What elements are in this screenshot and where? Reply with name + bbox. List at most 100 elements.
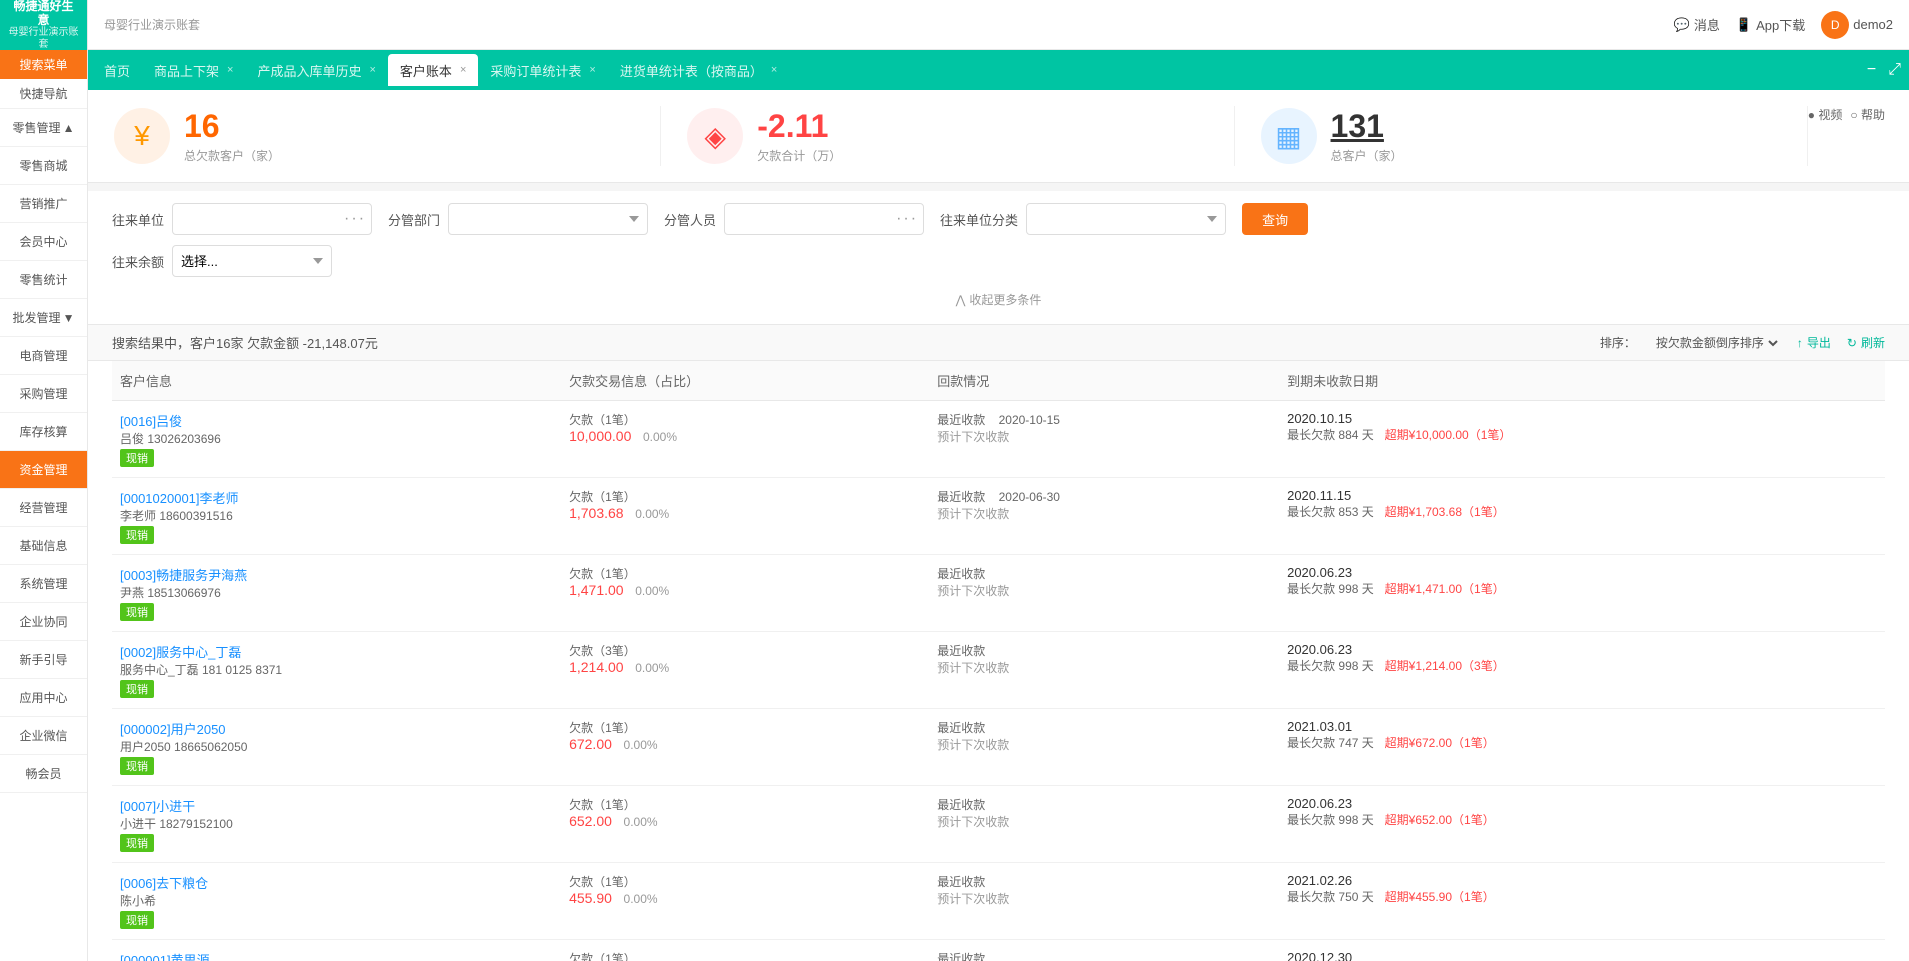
sidebar-item-batch-mgmt[interactable]: 批发管理 ▼	[0, 299, 87, 337]
sidebar-item-sys-mgmt[interactable]: 系统管理	[0, 565, 87, 603]
tab-products-off-close[interactable]: ×	[227, 64, 233, 76]
sidebar-item-enterprise[interactable]: 企业协同	[0, 603, 87, 641]
sidebar-item-new-guide[interactable]: 新手引导	[0, 641, 87, 679]
refresh-button[interactable]: ↻ 刷新	[1847, 334, 1885, 351]
sidebar-item-app-center[interactable]: 应用中心	[0, 679, 87, 717]
tab-products-off[interactable]: 商品上下架 ×	[142, 54, 245, 86]
cell-owe-info-3: 欠款（3笔） 1,214.00 0.00%	[561, 632, 929, 709]
customer-name-5[interactable]: [0007]小进干	[120, 796, 553, 815]
customer-phone-1: 李老师 18600391516	[120, 507, 553, 524]
cell-collect-status-3: 最近收款 预计下次收款	[929, 632, 1279, 709]
tab-purchase-stats[interactable]: 采购订单统计表 ×	[478, 54, 607, 86]
tab-purchase-stats-close[interactable]: ×	[589, 64, 595, 76]
tab-product-history-close[interactable]: ×	[369, 64, 375, 76]
message-button[interactable]: 💬 消息	[1674, 15, 1720, 34]
overdue-amount-3[interactable]: 超期¥1,214.00（3笔）	[1385, 659, 1505, 673]
tab-customer-account[interactable]: 客户账本 ×	[388, 54, 478, 86]
overdue-amount-0[interactable]: 超期¥10,000.00（1笔）	[1385, 428, 1512, 442]
tabs-collapse-button[interactable]: −	[1863, 59, 1880, 81]
sidebar-item-retail-store[interactable]: 零售商城	[0, 147, 87, 185]
tabs-expand-button[interactable]: ⤢	[1884, 59, 1905, 81]
sidebar-item-finance[interactable]: 资金管理	[0, 451, 87, 489]
owe-customers-info: 16 总欠款客户（家）	[184, 108, 280, 164]
message-label: 消息	[1694, 15, 1720, 34]
collapse-arrow-icon: ⋀	[956, 293, 966, 307]
cell-customer-info-5: [0007]小进干 小进干 18279152100 现销	[112, 786, 561, 863]
source-unit-dots[interactable]: ···	[344, 210, 366, 228]
overdue-amount-4[interactable]: 超期¥672.00（1笔）	[1385, 736, 1495, 750]
cell-collect-status-5: 最近收款 预计下次收款	[929, 786, 1279, 863]
cell-due-date-3: 2020.06.23 最长欠款 998 天 超期¥1,214.00（3笔）	[1279, 632, 1885, 709]
tab-import-stats-close[interactable]: ×	[771, 64, 777, 76]
overdue-days-6: 最长欠款 750 天	[1287, 890, 1374, 904]
tab-import-stats[interactable]: 进货单统计表（按商品） ×	[608, 54, 789, 86]
due-date-7: 2020.12.30	[1287, 950, 1877, 961]
balance-label: 往来余额	[112, 252, 164, 271]
sidebar-item-corp-wechat[interactable]: 企业微信	[0, 717, 87, 755]
sidebar-item-retail-mgmt[interactable]: 零售管理 ▲	[0, 109, 87, 147]
cell-due-date-1: 2020.11.15 最长欠款 853 天 超期¥1,703.68（1笔）	[1279, 478, 1885, 555]
sidebar-item-basic-info[interactable]: 基础信息	[0, 527, 87, 565]
sidebar-item-marketing[interactable]: 营销推广	[0, 185, 87, 223]
overdue-amount-2[interactable]: 超期¥1,471.00（1笔）	[1385, 582, 1505, 596]
avatar: D	[1821, 11, 1849, 39]
sidebar-item-ecommerce[interactable]: 电商管理	[0, 337, 87, 375]
balance-select[interactable]: 选择...	[172, 245, 332, 277]
sidebar-item-inventory[interactable]: 库存核算	[0, 413, 87, 451]
owe-count-7: 欠款（1笔）	[569, 950, 921, 961]
overdue-info-6: 最长欠款 750 天 超期¥455.90（1笔）	[1287, 888, 1877, 905]
sort-select[interactable]: 按欠款金额倒序排序	[1652, 335, 1781, 351]
app-download-button[interactable]: 📱 App下载	[1736, 15, 1805, 34]
owe-pct-3: 0.00%	[635, 661, 669, 675]
page-content: ¥ 16 总欠款客户（家） ◈ -2.11 欠款合计（万） ▦	[88, 90, 1909, 961]
person-dots[interactable]: ···	[896, 210, 918, 228]
due-date-5: 2020.06.23	[1287, 796, 1877, 811]
search-button[interactable]: 查询	[1242, 203, 1308, 235]
total-customers-icon: ▦	[1259, 106, 1319, 166]
customer-name-0[interactable]: [0016]吕俊	[120, 411, 553, 430]
user-avatar-button[interactable]: D demo2	[1821, 11, 1893, 39]
owe-count-1: 欠款（1笔）	[569, 488, 921, 505]
overdue-amount-1[interactable]: 超期¥1,703.68（1笔）	[1385, 505, 1505, 519]
overdue-amount-6[interactable]: 超期¥455.90（1笔）	[1385, 890, 1495, 904]
table-container: 客户信息 欠款交易信息（占比） 回款情况 到期未收款日期 [0016]吕俊 吕俊…	[88, 361, 1909, 961]
sidebar-search-button[interactable]: 搜索菜单	[0, 50, 87, 79]
dept-select[interactable]	[448, 203, 648, 235]
col-customer-info: 客户信息	[112, 361, 561, 401]
tab-home[interactable]: 首页	[92, 54, 142, 86]
sidebar-item-member-center[interactable]: 会员中心	[0, 223, 87, 261]
customer-tag-2: 现销	[120, 603, 154, 621]
owe-pct-1: 0.00%	[635, 507, 669, 521]
export-button[interactable]: ↑ 导出	[1797, 334, 1831, 351]
customer-name-7[interactable]: [000001]黄思源	[120, 950, 553, 961]
person-label: 分管人员	[664, 210, 716, 229]
tab-customer-account-label: 客户账本	[400, 61, 452, 80]
quick-nav-label: 快捷导航	[0, 79, 87, 109]
customer-name-3[interactable]: [0002]服务中心_丁磊	[120, 642, 553, 661]
collapse-button[interactable]: ⋀ 收起更多条件	[112, 287, 1885, 312]
sidebar-item-member-vip[interactable]: 畅会员	[0, 755, 87, 793]
sidebar-item-biz-mgmt[interactable]: 经营管理	[0, 489, 87, 527]
customer-name-4[interactable]: [000002]用户2050	[120, 719, 553, 738]
due-date-6: 2021.02.26	[1287, 873, 1877, 888]
help-button[interactable]: ○ 帮助	[1850, 106, 1885, 123]
sort-label: 排序：	[1600, 334, 1636, 351]
overdue-amount-5[interactable]: 超期¥652.00（1笔）	[1385, 813, 1495, 827]
customer-name-2[interactable]: [0003]畅捷服务尹海燕	[120, 565, 553, 584]
overdue-days-1: 最长欠款 853 天	[1287, 505, 1374, 519]
tab-customer-account-close[interactable]: ×	[460, 64, 466, 76]
owe-amount-value: -2.11	[757, 108, 841, 145]
customer-name-1[interactable]: [0001020001]李老师	[120, 488, 553, 507]
sidebar-item-purchase-mgmt[interactable]: 采购管理	[0, 375, 87, 413]
unit-category-select[interactable]	[1026, 203, 1226, 235]
tab-product-history[interactable]: 产成品入库单历史 ×	[245, 54, 387, 86]
video-button[interactable]: ● 视频	[1808, 106, 1843, 123]
money-icon: ¥	[114, 108, 170, 164]
source-unit-input[interactable]	[172, 203, 372, 235]
customer-name-6[interactable]: [0006]去下粮仓	[120, 873, 553, 892]
overdue-days-0: 最长欠款 884 天	[1287, 428, 1374, 442]
sidebar-item-retail-stats[interactable]: 零售统计	[0, 261, 87, 299]
owe-count-6: 欠款（1笔）	[569, 873, 921, 890]
person-input[interactable]	[724, 203, 924, 235]
stats-bar: ¥ 16 总欠款客户（家） ◈ -2.11 欠款合计（万） ▦	[88, 90, 1909, 183]
